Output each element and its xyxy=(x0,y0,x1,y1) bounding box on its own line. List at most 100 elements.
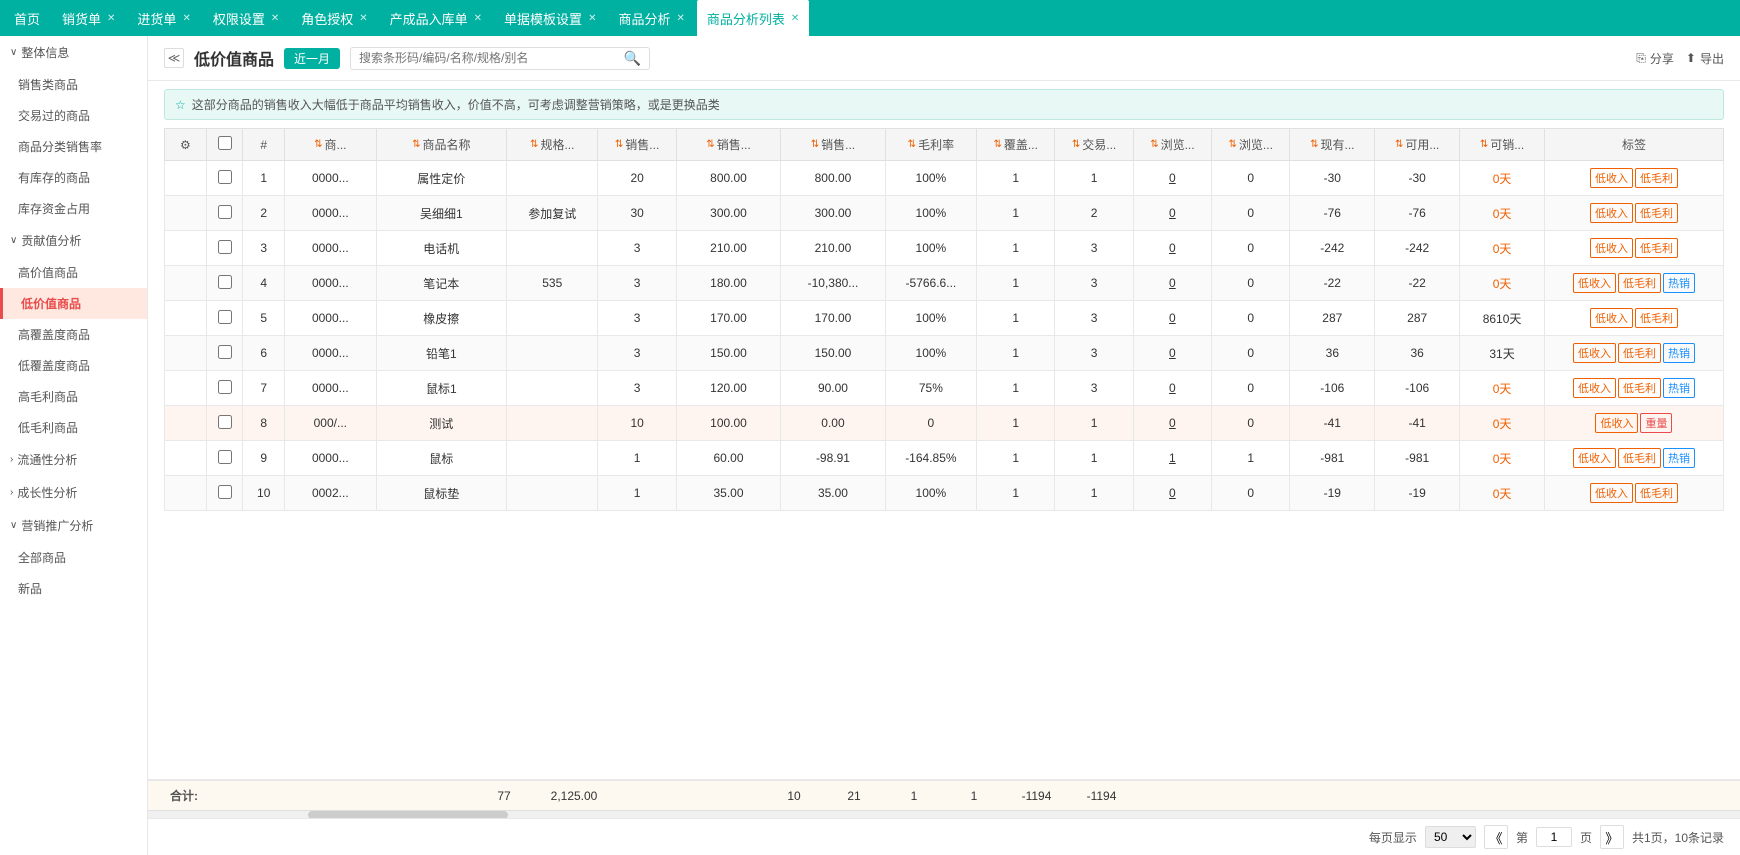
sidebar-group-marketing[interactable]: ∨ 营销推广分析 xyxy=(0,509,147,542)
sidebar-item-low-value[interactable]: 低价值商品 xyxy=(0,288,147,319)
close-icon[interactable]: ✕ xyxy=(676,13,684,24)
row-checkbox[interactable] xyxy=(218,275,232,289)
cell-checkbox[interactable] xyxy=(206,196,243,231)
period-button[interactable]: 近一月 xyxy=(284,48,340,69)
cell-checkbox[interactable] xyxy=(206,406,243,441)
nav-purchase-order[interactable]: 进货单 ✕ xyxy=(127,0,200,36)
horizontal-scrollbar[interactable] xyxy=(148,810,1740,818)
search-icon[interactable]: 🔍 xyxy=(624,50,641,67)
col-browse1[interactable]: ⇅浏览... xyxy=(1133,129,1211,161)
page-number-input[interactable] xyxy=(1536,827,1572,847)
row-checkbox[interactable] xyxy=(218,450,232,464)
close-icon[interactable]: ✕ xyxy=(359,13,367,24)
cell-browse1[interactable]: 0 xyxy=(1133,476,1211,511)
col-trade[interactable]: ⇅交易... xyxy=(1055,129,1133,161)
search-input[interactable] xyxy=(359,51,620,65)
cell-checkbox[interactable] xyxy=(206,336,243,371)
row-checkbox[interactable] xyxy=(218,415,232,429)
col-current[interactable]: ⇅现有... xyxy=(1290,129,1375,161)
cell-checkbox[interactable] xyxy=(206,301,243,336)
sidebar-item-high-value[interactable]: 高价值商品 xyxy=(0,257,147,288)
col-checkbox[interactable] xyxy=(206,129,243,161)
cell-browse1[interactable]: 0 xyxy=(1133,196,1211,231)
cell-browse1[interactable]: 0 xyxy=(1133,231,1211,266)
row-checkbox[interactable] xyxy=(218,485,232,499)
col-sales-price[interactable]: ⇅销售... xyxy=(676,129,780,161)
close-icon[interactable]: ✕ xyxy=(588,13,596,24)
nav-home[interactable]: 首页 xyxy=(4,0,50,36)
browse-link[interactable]: 0 xyxy=(1169,171,1176,185)
cell-browse1[interactable]: 0 xyxy=(1133,161,1211,196)
close-icon[interactable]: ✕ xyxy=(271,13,279,24)
col-spec[interactable]: ⇅规格... xyxy=(507,129,598,161)
browse-link[interactable]: 0 xyxy=(1169,346,1176,360)
first-page-button[interactable]: 《 xyxy=(1484,825,1508,849)
close-icon[interactable]: ✕ xyxy=(107,13,115,24)
share-button[interactable]: ⎘ 分享 xyxy=(1636,50,1674,67)
cell-browse1[interactable]: 0 xyxy=(1133,336,1211,371)
cell-browse1[interactable]: 0 xyxy=(1133,371,1211,406)
cell-browse1[interactable]: 0 xyxy=(1133,406,1211,441)
sidebar-item-stock-goods[interactable]: 有库存的商品 xyxy=(0,162,147,193)
browse-link[interactable]: 0 xyxy=(1169,416,1176,430)
page-size-select[interactable]: 50 100 200 xyxy=(1425,826,1476,848)
nav-product-analysis[interactable]: 商品分析 ✕ xyxy=(608,0,694,36)
close-icon[interactable]: ✕ xyxy=(182,13,190,24)
col-available[interactable]: ⇅可用... xyxy=(1375,129,1460,161)
browse-link[interactable]: 0 xyxy=(1169,311,1176,325)
sidebar-group-growth[interactable]: › 成长性分析 xyxy=(0,476,147,509)
sidebar-item-high-coverage[interactable]: 高覆盖度商品 xyxy=(0,319,147,350)
export-button[interactable]: ⬆ 导出 xyxy=(1686,50,1724,67)
close-icon[interactable]: ✕ xyxy=(791,13,799,24)
cell-browse1[interactable]: 0 xyxy=(1133,301,1211,336)
browse-link[interactable]: 0 xyxy=(1169,206,1176,220)
sidebar-item-all-goods[interactable]: 全部商品 xyxy=(0,542,147,573)
cell-browse1[interactable]: 0 xyxy=(1133,266,1211,301)
sidebar-item-high-margin[interactable]: 高毛利商品 xyxy=(0,381,147,412)
cell-checkbox[interactable] xyxy=(206,231,243,266)
sidebar-item-low-coverage[interactable]: 低覆盖度商品 xyxy=(0,350,147,381)
next-page-button[interactable]: 》 xyxy=(1600,825,1624,849)
browse-link[interactable]: 0 xyxy=(1169,486,1176,500)
nav-sales-order[interactable]: 销货单 ✕ xyxy=(52,0,125,36)
cell-checkbox[interactable] xyxy=(206,161,243,196)
nav-template[interactable]: 单据模板设置 ✕ xyxy=(494,0,606,36)
cell-checkbox[interactable] xyxy=(206,441,243,476)
table-container[interactable]: ⚙ # ⇅商... ⇅商品名称 ⇅规格... xyxy=(148,128,1740,779)
row-checkbox[interactable] xyxy=(218,240,232,254)
nav-permission[interactable]: 权限设置 ✕ xyxy=(203,0,289,36)
sidebar-item-stock-funds[interactable]: 库存资金占用 xyxy=(0,193,147,224)
col-coverage[interactable]: ⇅覆盖... xyxy=(977,129,1055,161)
browse-link[interactable]: 0 xyxy=(1169,241,1176,255)
sidebar-group-contribution[interactable]: ∨ 贡献值分析 xyxy=(0,224,147,257)
select-all-checkbox[interactable] xyxy=(218,136,232,150)
browse-link[interactable]: 1 xyxy=(1169,451,1176,465)
close-icon[interactable]: ✕ xyxy=(474,13,482,24)
col-browse2[interactable]: ⇅浏览... xyxy=(1212,129,1290,161)
row-checkbox[interactable] xyxy=(218,170,232,184)
sidebar-item-category-sales-rate[interactable]: 商品分类销售率 xyxy=(0,131,147,162)
nav-role[interactable]: 角色授权 ✕ xyxy=(291,0,377,36)
sidebar-item-new-goods[interactable]: 新品 xyxy=(0,573,147,604)
cell-browse1[interactable]: 1 xyxy=(1133,441,1211,476)
col-saleable[interactable]: ⇅可销... xyxy=(1460,129,1545,161)
col-sales-amount[interactable]: ⇅销售... xyxy=(781,129,885,161)
col-sales-qty[interactable]: ⇅销售... xyxy=(598,129,676,161)
row-checkbox[interactable] xyxy=(218,205,232,219)
nav-product-entry[interactable]: 产成品入库单 ✕ xyxy=(380,0,492,36)
collapse-button[interactable]: ≪ xyxy=(164,48,184,68)
cell-checkbox[interactable] xyxy=(206,476,243,511)
browse-link[interactable]: 0 xyxy=(1169,276,1176,290)
row-checkbox[interactable] xyxy=(218,345,232,359)
col-code[interactable]: ⇅商... xyxy=(285,129,376,161)
sidebar-item-traded-goods[interactable]: 交易过的商品 xyxy=(0,100,147,131)
sidebar-item-sales-goods[interactable]: 销售类商品 xyxy=(0,69,147,100)
col-settings[interactable]: ⚙ xyxy=(165,129,207,161)
row-checkbox[interactable] xyxy=(218,380,232,394)
sidebar-group-circulation[interactable]: › 流通性分析 xyxy=(0,443,147,476)
cell-checkbox[interactable] xyxy=(206,266,243,301)
sidebar-item-low-margin[interactable]: 低毛利商品 xyxy=(0,412,147,443)
nav-product-analysis-list[interactable]: 商品分析列表 ✕ xyxy=(697,0,809,36)
sidebar-group-overall[interactable]: ∨ 整体信息 xyxy=(0,36,147,69)
col-name[interactable]: ⇅商品名称 xyxy=(376,129,507,161)
